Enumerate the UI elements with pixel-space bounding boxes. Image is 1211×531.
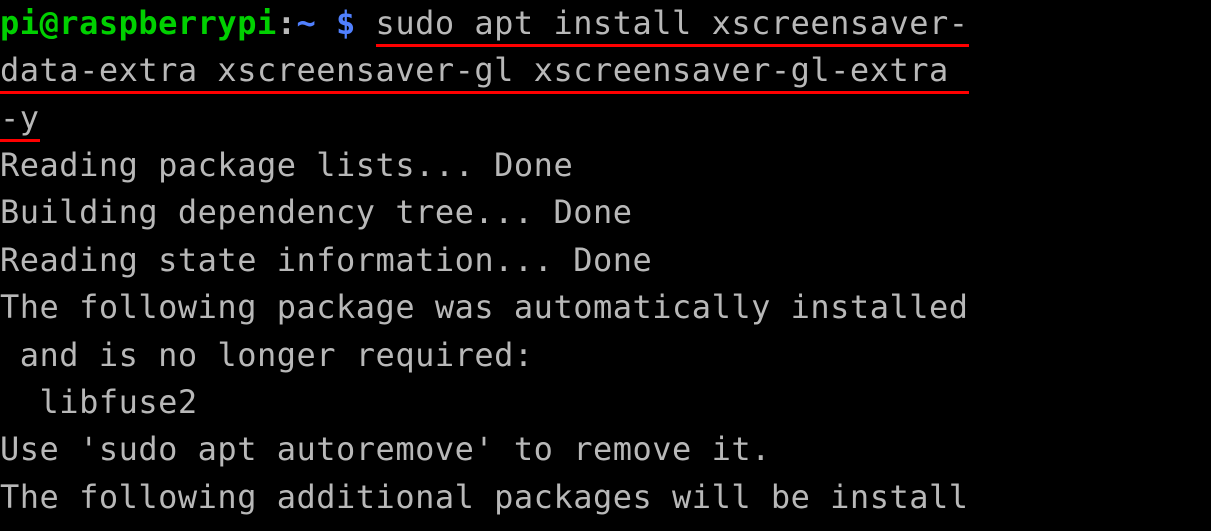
output-line: Use 'sudo apt autoremove' to remove it.	[0, 426, 1211, 473]
prompt-dollar: $	[316, 4, 375, 42]
prompt-path: ~	[296, 4, 316, 42]
command-part-2: data-extra xscreensaver-gl xscreensaver-…	[0, 51, 969, 94]
prompt-command-line-2: data-extra xscreensaver-gl xscreensaver-…	[0, 47, 1211, 94]
command-part-3: -y	[0, 99, 40, 142]
output-line: The following additional packages will b…	[0, 474, 1211, 521]
terminal-window[interactable]: pi@raspberrypi:~ $ sudo apt install xscr…	[0, 0, 1211, 521]
prompt-command-line-3: -y	[0, 95, 1211, 142]
output-line: The following package was automatically …	[0, 284, 1211, 331]
prompt-separator: :	[277, 4, 297, 42]
output-line: Reading state information... Done	[0, 237, 1211, 284]
command-part-1: sudo apt install xscreensaver-	[376, 4, 969, 47]
prompt-command-line-1: pi@raspberrypi:~ $ sudo apt install xscr…	[0, 0, 1211, 47]
output-line: Building dependency tree... Done	[0, 189, 1211, 236]
prompt-user-host: pi@raspberrypi	[0, 4, 277, 42]
output-line: libfuse2	[0, 379, 1211, 426]
output-line: Reading package lists... Done	[0, 142, 1211, 189]
output-line: and is no longer required:	[0, 332, 1211, 379]
